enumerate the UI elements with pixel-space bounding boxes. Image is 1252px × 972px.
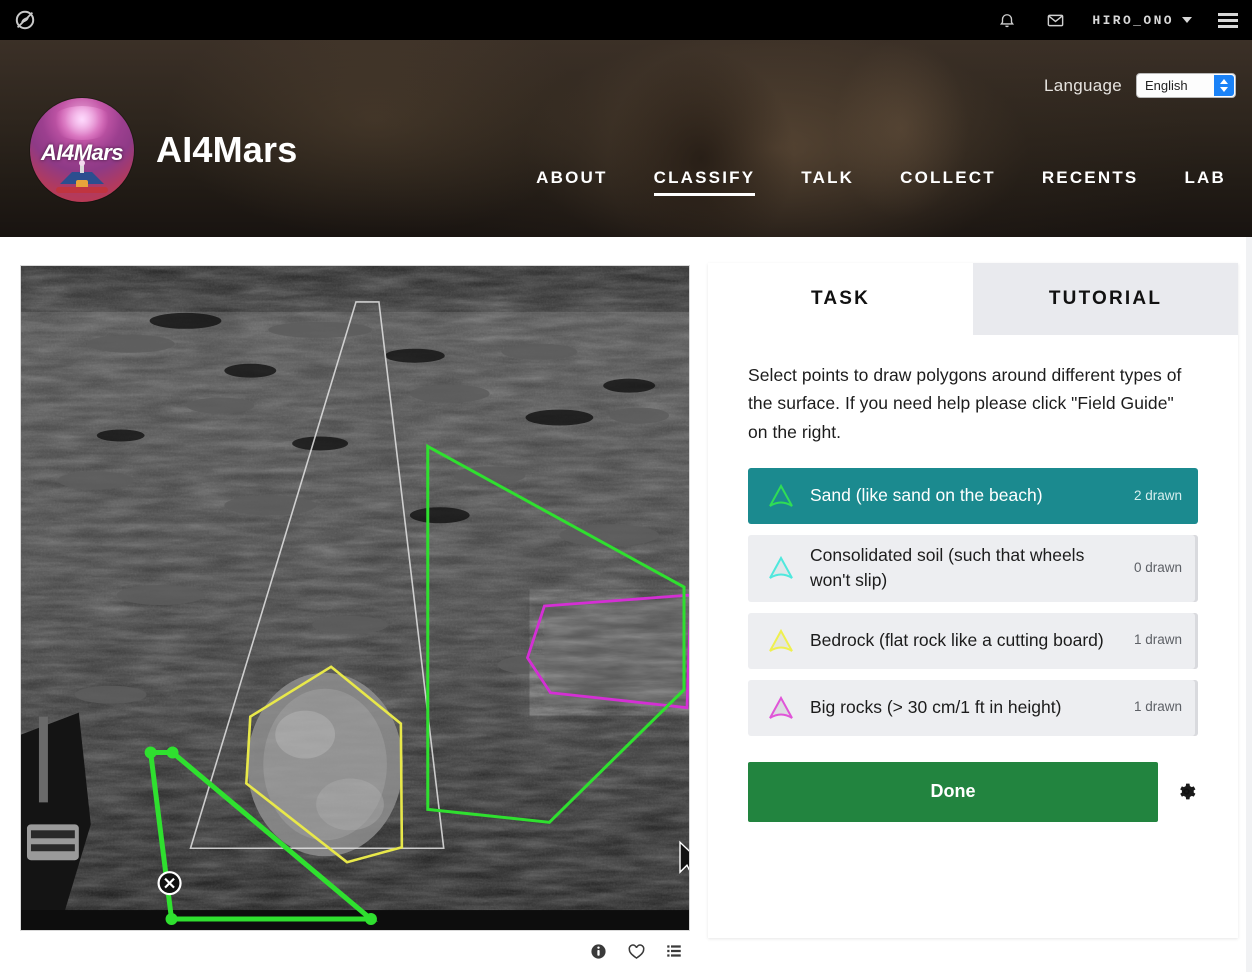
caret-up-outline-icon <box>769 695 793 719</box>
annotation-sand-right <box>426 443 686 824</box>
task-instructions: Select points to draw polygons around di… <box>748 365 1182 442</box>
site-header: Language English AI4Mars AI4Mars ABOUT C… <box>0 40 1252 237</box>
nav-item-collect[interactable]: COLLECT <box>900 168 996 196</box>
metadata-list-icon[interactable] <box>664 941 684 961</box>
tab-task[interactable]: TASK <box>708 263 973 335</box>
nav-item-lab[interactable]: LAB <box>1184 168 1226 196</box>
tool-option-big-rocks[interactable]: Big rocks (> 30 cm/1 ft in height) 1 dra… <box>748 679 1198 736</box>
viewer-toolbar <box>20 935 690 967</box>
vertex-handle[interactable] <box>144 746 157 759</box>
nav-item-about[interactable]: ABOUT <box>536 168 607 196</box>
page-title: AI4Mars <box>156 129 298 170</box>
tool-option-consolidated-soil[interactable]: Consolidated soil (such that wheels won'… <box>748 535 1198 602</box>
topbar-actions: HIRO_ONO <box>996 0 1252 40</box>
gear-icon[interactable] <box>1174 780 1198 804</box>
bell-icon[interactable] <box>996 9 1018 31</box>
language-label: Language <box>1043 75 1122 95</box>
tool-option-label: Consolidated soil (such that wheels won'… <box>810 545 1085 591</box>
vertex-handle[interactable] <box>165 913 178 926</box>
user-menu[interactable]: HIRO_ONO <box>1092 13 1192 28</box>
tool-option-count: 1 drawn <box>1133 699 1182 715</box>
hamburger-icon[interactable] <box>1218 12 1238 28</box>
annotation-big-rocks <box>525 593 689 710</box>
tool-option-count: 1 drawn <box>1133 632 1182 648</box>
username-label: HIRO_ONO <box>1092 12 1174 28</box>
chevron-down-icon <box>1182 17 1192 23</box>
mouse-cursor-icon <box>679 840 689 874</box>
caret-up-outline-icon <box>769 556 793 580</box>
tool-option-sand[interactable]: Sand (like sand on the beach) 2 drawn <box>748 468 1198 525</box>
tab-tutorial[interactable]: TUTORIAL <box>973 263 1238 335</box>
annotation-vertex-handles <box>144 746 377 926</box>
global-topbar: HIRO_ONO <box>0 0 1252 40</box>
info-icon[interactable] <box>588 941 608 961</box>
nav-item-classify[interactable]: CLASSIFY <box>653 168 756 196</box>
nav-item-talk[interactable]: TALK <box>801 168 854 196</box>
favorite-heart-icon[interactable] <box>626 941 646 961</box>
language-selector-group: Language English <box>1044 73 1236 98</box>
tool-option-bedrock[interactable]: Bedrock (flat rock like a cutting board)… <box>748 612 1198 669</box>
main-navigation: ABOUT CLASSIFY TALK COLLECT RECENTS LAB <box>0 168 1252 196</box>
panel-tablist: TASK TUTORIAL <box>708 263 1238 335</box>
tool-option-label: Big rocks (> 30 cm/1 ft in height) <box>810 697 1062 718</box>
page-scrollbar[interactable] <box>1246 237 1252 972</box>
language-select[interactable]: English <box>1136 73 1236 98</box>
classify-workspace: TASK TUTORIAL Select points to draw poly… <box>0 237 1252 972</box>
delete-annotation-button[interactable] <box>157 871 182 896</box>
task-actions: Done <box>748 761 1198 822</box>
task-panel-body: Select points to draw polygons around di… <box>708 335 1238 822</box>
done-button[interactable]: Done <box>748 761 1158 822</box>
vertex-handle[interactable] <box>166 746 179 759</box>
envelope-icon[interactable] <box>1044 9 1066 31</box>
task-panel: TASK TUTORIAL Select points to draw poly… <box>708 263 1238 938</box>
tool-option-count: 2 drawn <box>1133 487 1182 503</box>
vertex-handle[interactable] <box>364 913 377 926</box>
caret-up-outline-icon <box>769 628 793 652</box>
tool-option-label: Sand (like sand on the beach) <box>810 485 1043 506</box>
zooniverse-logo-icon[interactable] <box>12 7 38 33</box>
annotation-sand-left <box>147 750 378 922</box>
annotation-tool-list: Sand (like sand on the beach) 2 drawn Co… <box>748 468 1198 736</box>
language-selected-value: English <box>1145 78 1188 93</box>
tool-option-count: 0 drawn <box>1133 559 1182 575</box>
subject-image-viewer[interactable] <box>20 265 690 931</box>
tool-option-label: Bedrock (flat rock like a cutting board) <box>810 630 1104 651</box>
annotation-in-progress <box>189 301 445 850</box>
caret-up-outline-icon <box>769 483 793 507</box>
nav-item-recents[interactable]: RECENTS <box>1042 168 1139 196</box>
stepper-arrows-icon[interactable] <box>1214 75 1234 96</box>
annotation-layer[interactable] <box>21 266 689 930</box>
